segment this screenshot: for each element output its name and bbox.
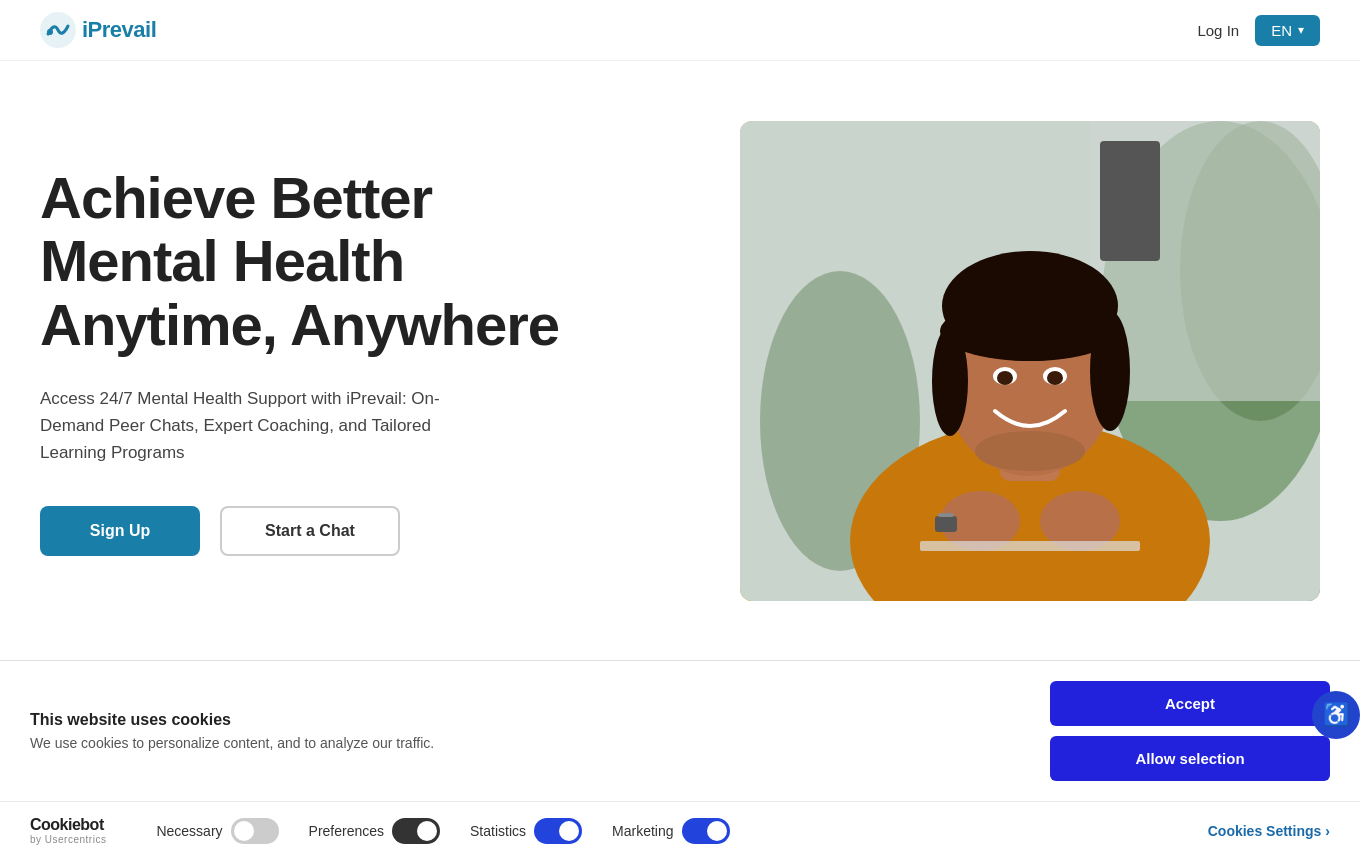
hero-left: Achieve Better Mental Health Anytime, An… xyxy=(40,166,560,557)
svg-point-13 xyxy=(1090,311,1130,431)
svg-point-14 xyxy=(932,326,968,436)
login-link[interactable]: Log In xyxy=(1197,22,1239,39)
start-chat-button[interactable]: Start a Chat xyxy=(220,506,400,556)
hero-title: Achieve Better Mental Health Anytime, An… xyxy=(40,166,560,357)
signup-button[interactable]: Sign Up xyxy=(40,506,200,556)
logo[interactable]: iPrevail xyxy=(40,12,156,48)
main-content: Achieve Better Mental Health Anytime, An… xyxy=(0,61,1360,661)
logo-icon xyxy=(40,12,76,48)
svg-rect-25 xyxy=(938,513,954,517)
svg-point-18 xyxy=(1047,371,1063,385)
header-right: Log In EN ▾ xyxy=(1197,15,1320,46)
lang-label: EN xyxy=(1271,22,1292,39)
hero-right xyxy=(740,121,1320,601)
hero-subtitle: Access 24/7 Mental Health Support with i… xyxy=(40,385,500,467)
svg-point-1 xyxy=(47,29,53,35)
svg-rect-7 xyxy=(1100,141,1160,261)
hero-photo xyxy=(740,121,1320,601)
svg-rect-24 xyxy=(935,516,957,532)
svg-point-19 xyxy=(975,431,1085,471)
hero-buttons: Sign Up Start a Chat xyxy=(40,506,560,556)
hero-image xyxy=(740,121,1320,601)
language-button[interactable]: EN ▾ xyxy=(1255,15,1320,46)
logo-text: iPrevail xyxy=(82,17,156,43)
svg-point-17 xyxy=(997,371,1013,385)
cookie-banner: This website uses cookies We use cookies… xyxy=(0,660,1360,661)
chevron-down-icon: ▾ xyxy=(1298,23,1304,37)
svg-rect-23 xyxy=(920,541,1140,551)
header: iPrevail Log In EN ▾ xyxy=(0,0,1360,61)
